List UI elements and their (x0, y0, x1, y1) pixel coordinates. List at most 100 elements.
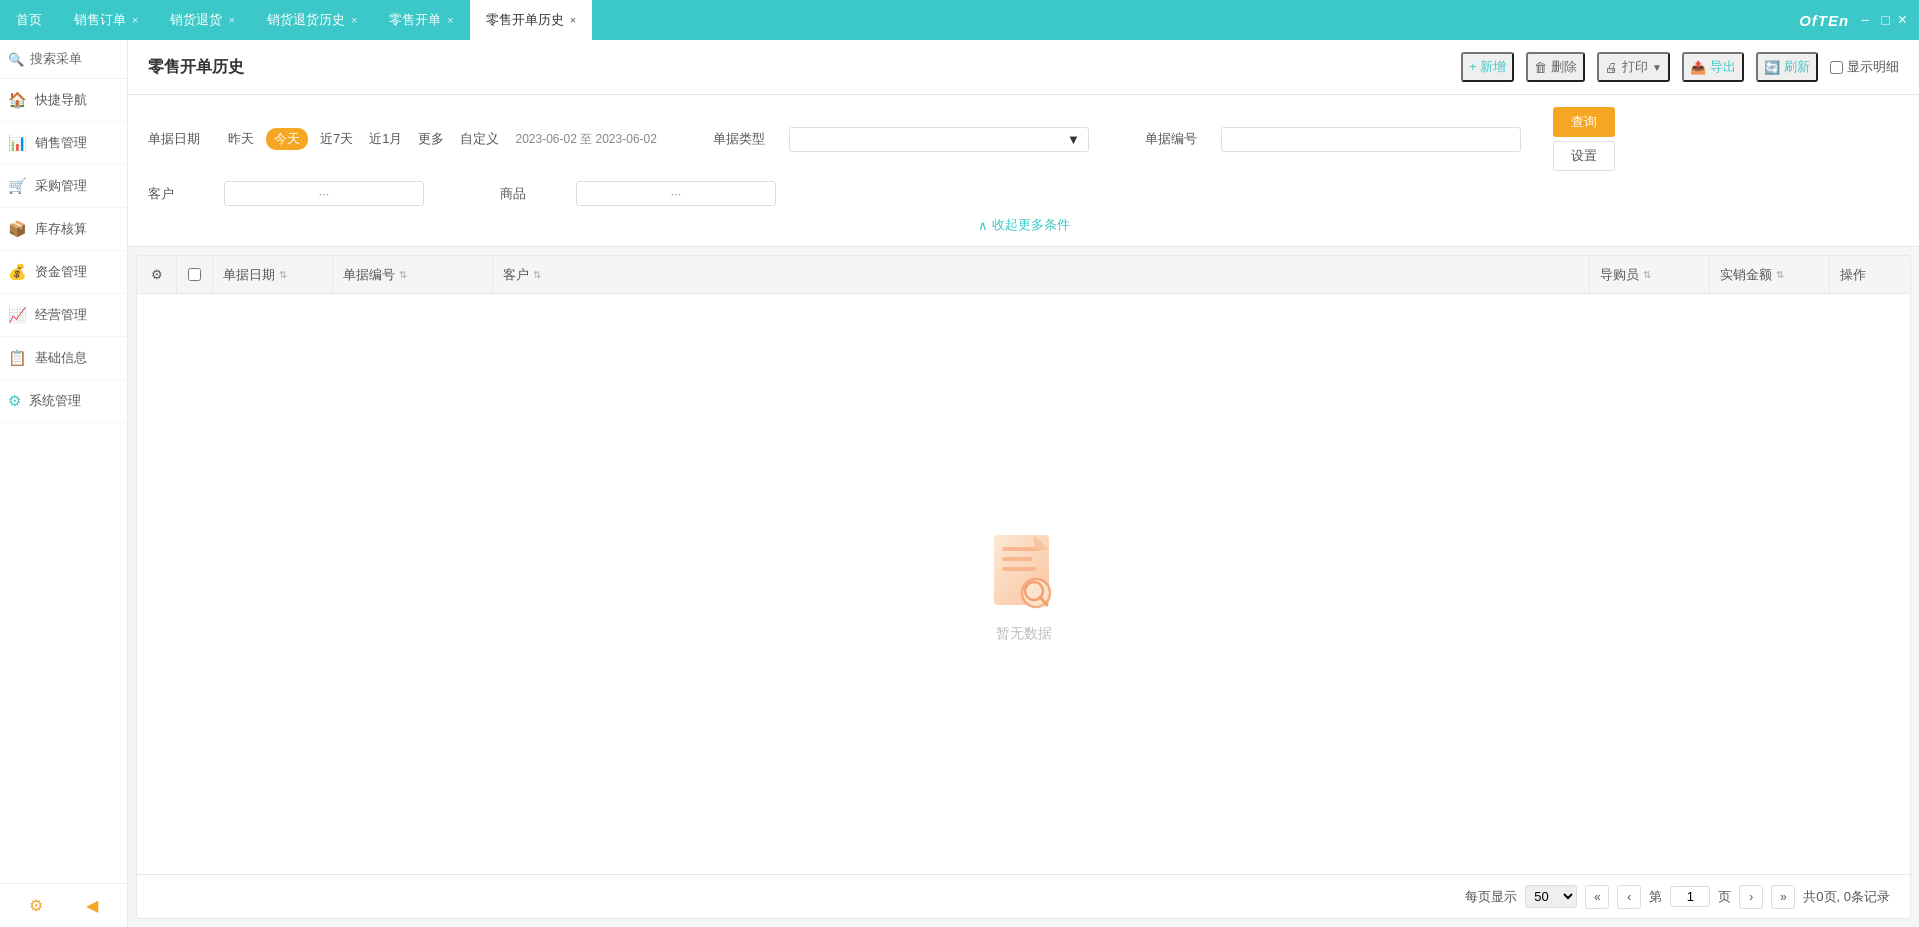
sidebar-item-basic-info-label: 基础信息 (35, 349, 87, 367)
next-page-btn[interactable]: › (1739, 885, 1763, 909)
nav-tab-home[interactable]: 首页 (0, 0, 58, 40)
th-customer-sort-icon[interactable]: ⇅ (533, 269, 541, 280)
refresh-button[interactable]: 🔄 刷新 (1756, 52, 1818, 82)
order-type-dropdown-icon: ▼ (1067, 132, 1080, 147)
print-dropdown-icon: ▼ (1652, 62, 1662, 73)
sidebar-item-quick-nav-label: 快捷导航 (35, 91, 87, 109)
sidebar-search-label: 搜索采单 (30, 50, 82, 68)
date-opt-last7days[interactable]: 近7天 (316, 128, 357, 150)
date-range-text: 2023-06-02 至 2023-06-02 (515, 131, 656, 148)
th-guide-label: 导购员 (1600, 266, 1639, 284)
export-label: 导出 (1710, 58, 1736, 76)
sidebar-item-purchase-mgmt[interactable]: 🛒 采购管理 (0, 165, 127, 208)
th-order-no-sort-icon[interactable]: ⇅ (399, 269, 407, 280)
sidebar-item-sales-mgmt[interactable]: 📊 销售管理 (0, 122, 127, 165)
window-min[interactable]: － (1857, 10, 1873, 31)
page-after-label: 页 (1718, 888, 1731, 906)
th-amount[interactable]: 实销金额 ⇅ (1710, 256, 1830, 293)
purchase-icon: 🛒 (8, 177, 27, 195)
nav-tab-sales-order-close[interactable]: × (132, 14, 138, 26)
content-area: 零售开单历史 + 新增 🗑 删除 🖨 打印 ▼ 📤 导出 🔄 (128, 40, 1919, 927)
show-detail-checkbox[interactable]: 显示明细 (1830, 58, 1899, 76)
per-page-select[interactable]: 50 10 20 100 (1525, 885, 1577, 908)
th-guide[interactable]: 导购员 ⇅ (1590, 256, 1710, 293)
th-date-sort-icon[interactable]: ⇅ (279, 269, 287, 280)
sidebar-item-basic-info[interactable]: 📋 基础信息 (0, 337, 127, 380)
th-date[interactable]: 单据日期 ⇅ (213, 256, 333, 293)
th-order-no-label: 单据编号 (343, 266, 395, 284)
last-page-btn[interactable]: » (1771, 885, 1795, 909)
product-input[interactable]: ··· (576, 181, 776, 206)
page-number-input[interactable]: 1 (1670, 886, 1710, 907)
query-button[interactable]: 查询 (1553, 107, 1615, 137)
first-page-btn[interactable]: « (1585, 885, 1609, 909)
date-opt-custom[interactable]: 自定义 (456, 128, 503, 150)
settings-col-icon: ⚙ (151, 267, 163, 282)
th-checkbox[interactable] (177, 256, 213, 293)
nav-tab-sales-return-history-close[interactable]: × (351, 14, 357, 26)
collapse-icon: ∧ (978, 218, 988, 233)
prev-page-btn[interactable]: ‹ (1617, 885, 1641, 909)
nav-tab-retail-open-history-close[interactable]: × (570, 14, 576, 26)
empty-state: 暂无数据 (137, 294, 1910, 874)
date-opt-today[interactable]: 今天 (266, 128, 308, 150)
collapse-row[interactable]: ∧ 收起更多条件 (148, 216, 1899, 234)
filter-row-1: 单据日期 昨天 今天 近7天 近1月 更多 自定义 2023-06-02 至 2… (148, 107, 1899, 171)
nav-tab-sales-return-close[interactable]: × (228, 14, 234, 26)
main-layout: 🔍 搜索采单 🏠 快捷导航 📊 销售管理 🛒 采购管理 📦 库存核算 💰 资金管… (0, 40, 1919, 927)
top-nav-right: OfTEn － □ × (1799, 10, 1919, 31)
window-max[interactable]: □ (1881, 12, 1889, 28)
sidebar-item-inventory-label: 库存核算 (35, 220, 87, 238)
th-settings[interactable]: ⚙ (137, 256, 177, 293)
date-opt-more[interactable]: 更多 (414, 128, 448, 150)
show-detail-input[interactable] (1830, 61, 1843, 74)
nav-tab-retail-open-history[interactable]: 零售开单历史 × (470, 0, 592, 40)
nav-tab-retail-open-history-label: 零售开单历史 (486, 11, 564, 29)
th-order-no[interactable]: 单据编号 ⇅ (333, 256, 493, 293)
empty-text: 暂无数据 (996, 625, 1052, 643)
print-icon: 🖨 (1605, 60, 1618, 75)
sys-mgmt-icon: ⚙ (8, 392, 21, 410)
th-customer-label: 客户 (503, 266, 529, 284)
date-opt-yesterday[interactable]: 昨天 (224, 128, 258, 150)
pagination: 每页显示 50 10 20 100 « ‹ 第 1 页 › » 共0页, 0条记… (137, 874, 1910, 918)
sidebar-item-quick-nav[interactable]: 🏠 快捷导航 (0, 79, 127, 122)
nav-tab-sales-return-history-label: 销货退货历史 (267, 11, 345, 29)
print-button[interactable]: 🖨 打印 ▼ (1597, 52, 1670, 82)
sidebar-search[interactable]: 🔍 搜索采单 (0, 40, 127, 79)
th-guide-sort-icon[interactable]: ⇅ (1643, 269, 1651, 280)
th-date-label: 单据日期 (223, 266, 275, 284)
settings-button[interactable]: 设置 (1553, 141, 1615, 171)
th-customer[interactable]: 客户 ⇅ (493, 256, 1590, 293)
customer-input[interactable]: ··· (224, 181, 424, 206)
sidebar-item-operations[interactable]: 📈 经营管理 (0, 294, 127, 337)
collapse-arrow-icon[interactable]: ◀ (86, 896, 98, 915)
date-opt-last1month[interactable]: 近1月 (365, 128, 406, 150)
table-area: ⚙ 单据日期 ⇅ 单据编号 ⇅ 客户 ⇅ 导购员 (136, 255, 1911, 919)
page-header: 零售开单历史 + 新增 🗑 删除 🖨 打印 ▼ 📤 导出 🔄 (128, 40, 1919, 95)
sidebar-item-finance[interactable]: 💰 资金管理 (0, 251, 127, 294)
nav-tab-retail-open-close[interactable]: × (447, 14, 453, 26)
nav-tab-sales-order[interactable]: 销售订单 × (58, 0, 154, 40)
nav-tab-sales-return[interactable]: 销货退货 × (154, 0, 250, 40)
delete-button[interactable]: 🗑 删除 (1526, 52, 1585, 82)
customer-label: 客户 (148, 185, 208, 203)
page-title: 零售开单历史 (148, 57, 244, 78)
order-no-input[interactable] (1221, 127, 1521, 152)
nav-tab-sales-order-label: 销售订单 (74, 11, 126, 29)
order-type-label: 单据类型 (713, 130, 773, 148)
nav-tab-retail-open[interactable]: 零售开单 × (373, 0, 469, 40)
sidebar-item-sys-mgmt[interactable]: ⚙ 系统管理 (0, 380, 127, 423)
gear-icon[interactable]: ⚙ (29, 896, 43, 915)
delete-label: 删除 (1551, 58, 1577, 76)
select-all-checkbox[interactable] (188, 268, 201, 281)
sidebar-bottom: ⚙ ◀ (0, 883, 127, 927)
order-type-select[interactable]: ▼ (789, 127, 1089, 152)
nav-tab-sales-return-history[interactable]: 销货退货历史 × (251, 0, 373, 40)
export-button[interactable]: 📤 导出 (1682, 52, 1744, 82)
window-close[interactable]: × (1898, 11, 1907, 29)
sidebar-item-inventory[interactable]: 📦 库存核算 (0, 208, 127, 251)
add-button[interactable]: + 新增 (1461, 52, 1514, 82)
th-amount-sort-icon[interactable]: ⇅ (1776, 269, 1784, 280)
inventory-icon: 📦 (8, 220, 27, 238)
